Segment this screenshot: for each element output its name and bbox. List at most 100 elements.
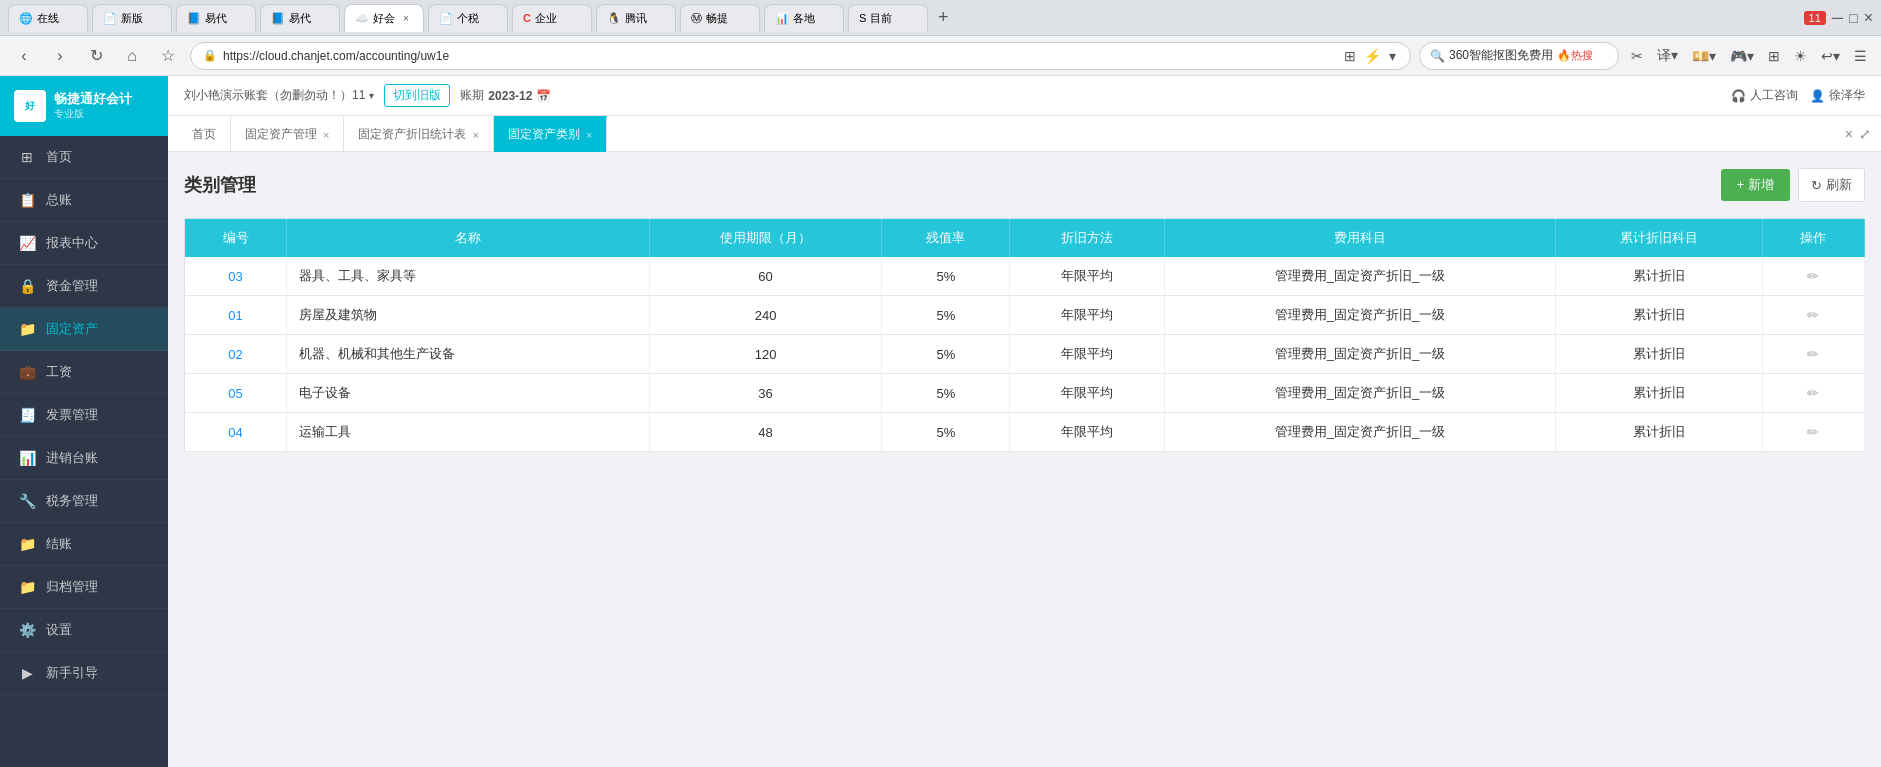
edit-icon-2[interactable]: ✏: [1807, 346, 1819, 362]
sidebar-item-ledger[interactable]: 📋 总账: [0, 179, 168, 222]
browser-tab-changt[interactable]: Ⓜ 畅提: [680, 4, 760, 32]
back-button[interactable]: ‹: [10, 42, 38, 70]
cell-period-0: 60: [649, 257, 881, 296]
browser-tab-yidai2[interactable]: 📘 易代: [260, 4, 340, 32]
haokuai-tab-close[interactable]: ×: [403, 13, 409, 24]
home-button[interactable]: ⌂: [118, 42, 146, 70]
address-bar[interactable]: 🔒 https://cloud.chanjet.com/accounting/u…: [190, 42, 1411, 70]
header-user[interactable]: 刘小艳演示账套（勿删勿动！）11 ▾: [184, 87, 374, 104]
header-username: 刘小艳演示账套（勿删勿动！）11: [184, 87, 365, 104]
cell-action-3[interactable]: ✏: [1762, 374, 1864, 413]
sidebar-invoice-label: 发票管理: [46, 406, 98, 424]
period-value: 2023-12: [488, 89, 532, 103]
cell-period-3: 36: [649, 374, 881, 413]
window-maximize[interactable]: □: [1849, 10, 1857, 26]
edit-icon-0[interactable]: ✏: [1807, 268, 1819, 284]
add-button[interactable]: + 新增: [1721, 169, 1790, 201]
tab-fixed-assets-mgmt-close[interactable]: ×: [323, 129, 329, 141]
grid-icon[interactable]: ⊞: [1764, 46, 1784, 66]
consult-action[interactable]: 🎧 人工咨询: [1731, 87, 1798, 104]
sidebar-tax-label: 税务管理: [46, 492, 98, 510]
sidebar-item-funds[interactable]: 🔒 资金管理: [0, 265, 168, 308]
edit-icon-1[interactable]: ✏: [1807, 307, 1819, 323]
undo-icon[interactable]: ↩▾: [1817, 46, 1844, 66]
tab-expand-close[interactable]: ×: [1845, 126, 1853, 142]
header-period: 账期 2023-12 📅: [460, 87, 551, 104]
cell-name-3: 电子设备: [287, 374, 650, 413]
tab-asset-category[interactable]: 固定资产类别 ×: [494, 116, 607, 152]
sidebar-item-home[interactable]: ⊞ 首页: [0, 136, 168, 179]
sidebar-item-tax[interactable]: 🔧 税务管理: [0, 480, 168, 523]
tab-depreciation-stats-close[interactable]: ×: [472, 129, 478, 141]
sidebar-item-invoice[interactable]: 🧾 发票管理: [0, 394, 168, 437]
calendar-icon[interactable]: 📅: [536, 89, 551, 103]
cell-period-2: 120: [649, 335, 881, 374]
forward-button[interactable]: ›: [46, 42, 74, 70]
browser-tab-new[interactable]: 📄 新版: [92, 4, 172, 32]
cell-depreciation-0: 累计折旧: [1556, 257, 1762, 296]
tab-expand-full[interactable]: ⤢: [1859, 126, 1871, 142]
content-area: 类别管理 + 新增 ↻ 刷新 编号 名称 使用期限（月） 残值率: [168, 152, 1881, 767]
browser-tab-tengxun[interactable]: 🐧 腾讯: [596, 4, 676, 32]
edit-icon-3[interactable]: ✏: [1807, 385, 1819, 401]
table-row: 04 运输工具 48 5% 年限平均 管理费用_固定资产折旧_一级 累计折旧 ✏: [185, 413, 1865, 452]
sidebar-item-purchase-sales[interactable]: 📊 进销台账: [0, 437, 168, 480]
edit-icon-4[interactable]: ✏: [1807, 424, 1819, 440]
sidebar-settings-label: 设置: [46, 621, 72, 639]
browser-tab-online[interactable]: 🌐 在线: [8, 4, 88, 32]
main-wrapper: 刘小艳演示账套（勿删勿动！）11 ▾ 切到旧版 账期 2023-12 📅 🎧 人…: [168, 76, 1881, 767]
sidebar: 好 畅捷通好会计 专业版 ⊞ 首页 📋 总账 📈 报表中心 🔒 资金管理 📁 固…: [0, 76, 168, 767]
browser-tab-geshui[interactable]: 📄 个税: [428, 4, 508, 32]
tab-fixed-assets-mgmt[interactable]: 固定资产管理 ×: [231, 116, 344, 152]
browser-chrome: 🌐 在线 📄 新版 📘 易代 📘 易代 ☁️ 好会 × 📄 个税 C 企业: [0, 0, 1881, 36]
cell-action-1[interactable]: ✏: [1762, 296, 1864, 335]
scissors-icon[interactable]: ✂: [1627, 46, 1647, 66]
menu-icon[interactable]: ☰: [1850, 46, 1871, 66]
tab-asset-category-close[interactable]: ×: [586, 129, 592, 141]
site-info-icon[interactable]: ⊞: [1342, 46, 1358, 66]
funds-icon: 🔒: [18, 278, 36, 294]
refresh-page-button[interactable]: ↻ 刷新: [1798, 168, 1865, 202]
switch-to-old-button[interactable]: 切到旧版: [384, 84, 450, 107]
browser-tab-qiye[interactable]: C 企业: [512, 4, 592, 32]
header-dropdown-icon: ▾: [369, 90, 374, 101]
cell-action-4[interactable]: ✏: [1762, 413, 1864, 452]
tab-fixed-assets-mgmt-label: 固定资产管理: [245, 126, 317, 143]
window-close[interactable]: ×: [1864, 9, 1873, 27]
window-minimize[interactable]: ─: [1832, 9, 1843, 27]
tab-asset-category-label: 固定资产类别: [508, 126, 580, 143]
table-row: 02 机器、机械和其他生产设备 120 5% 年限平均 管理费用_固定资产折旧_…: [185, 335, 1865, 374]
translate-icon[interactable]: 译▾: [1653, 45, 1682, 67]
refresh-button[interactable]: ↻: [82, 42, 110, 70]
game-icon[interactable]: 🎮▾: [1726, 46, 1758, 66]
browser-tab-yidai1[interactable]: 📘 易代: [176, 4, 256, 32]
dropdown-icon[interactable]: ▾: [1387, 46, 1398, 66]
sidebar-item-fixed-assets[interactable]: 📁 固定资产: [0, 308, 168, 351]
cell-rate-2: 5%: [882, 335, 1010, 374]
sidebar-item-settings[interactable]: ⚙️ 设置: [0, 609, 168, 652]
user-profile-action[interactable]: 👤 徐泽华: [1810, 87, 1865, 104]
search-bar[interactable]: 🔍 360智能抠图免费用 🔥热搜: [1419, 42, 1619, 70]
tab-home[interactable]: 首页: [178, 116, 231, 152]
sun-icon[interactable]: ☀: [1790, 46, 1811, 66]
tab-depreciation-stats[interactable]: 固定资产折旧统计表 ×: [344, 116, 493, 152]
cell-action-0[interactable]: ✏: [1762, 257, 1864, 296]
sidebar-item-archive[interactable]: 📁 归档管理: [0, 566, 168, 609]
lightning-icon[interactable]: ⚡: [1362, 46, 1383, 66]
cell-expense-3: 管理费用_固定资产折旧_一级: [1164, 374, 1556, 413]
address-text: https://cloud.chanjet.com/accounting/uw1…: [223, 49, 449, 63]
sidebar-item-payroll[interactable]: 💼 工资: [0, 351, 168, 394]
cell-method-1: 年限平均: [1010, 296, 1164, 335]
wallet-icon[interactable]: 💴▾: [1688, 46, 1720, 66]
sidebar-item-checkout[interactable]: 📁 结账: [0, 523, 168, 566]
browser-tab-gedi[interactable]: 📊 各地: [764, 4, 844, 32]
browser-tab-haokuai[interactable]: ☁️ 好会 ×: [344, 4, 424, 32]
bookmark-button[interactable]: ☆: [154, 42, 182, 70]
sidebar-item-reports[interactable]: 📈 报表中心: [0, 222, 168, 265]
browser-tab-muqian[interactable]: S 目前: [848, 4, 928, 32]
sidebar-item-guide[interactable]: ▶ 新手引导: [0, 652, 168, 695]
tab-home-label: 首页: [192, 126, 216, 143]
cell-action-2[interactable]: ✏: [1762, 335, 1864, 374]
new-tab-button[interactable]: +: [932, 7, 955, 28]
sidebar-payroll-label: 工资: [46, 363, 72, 381]
